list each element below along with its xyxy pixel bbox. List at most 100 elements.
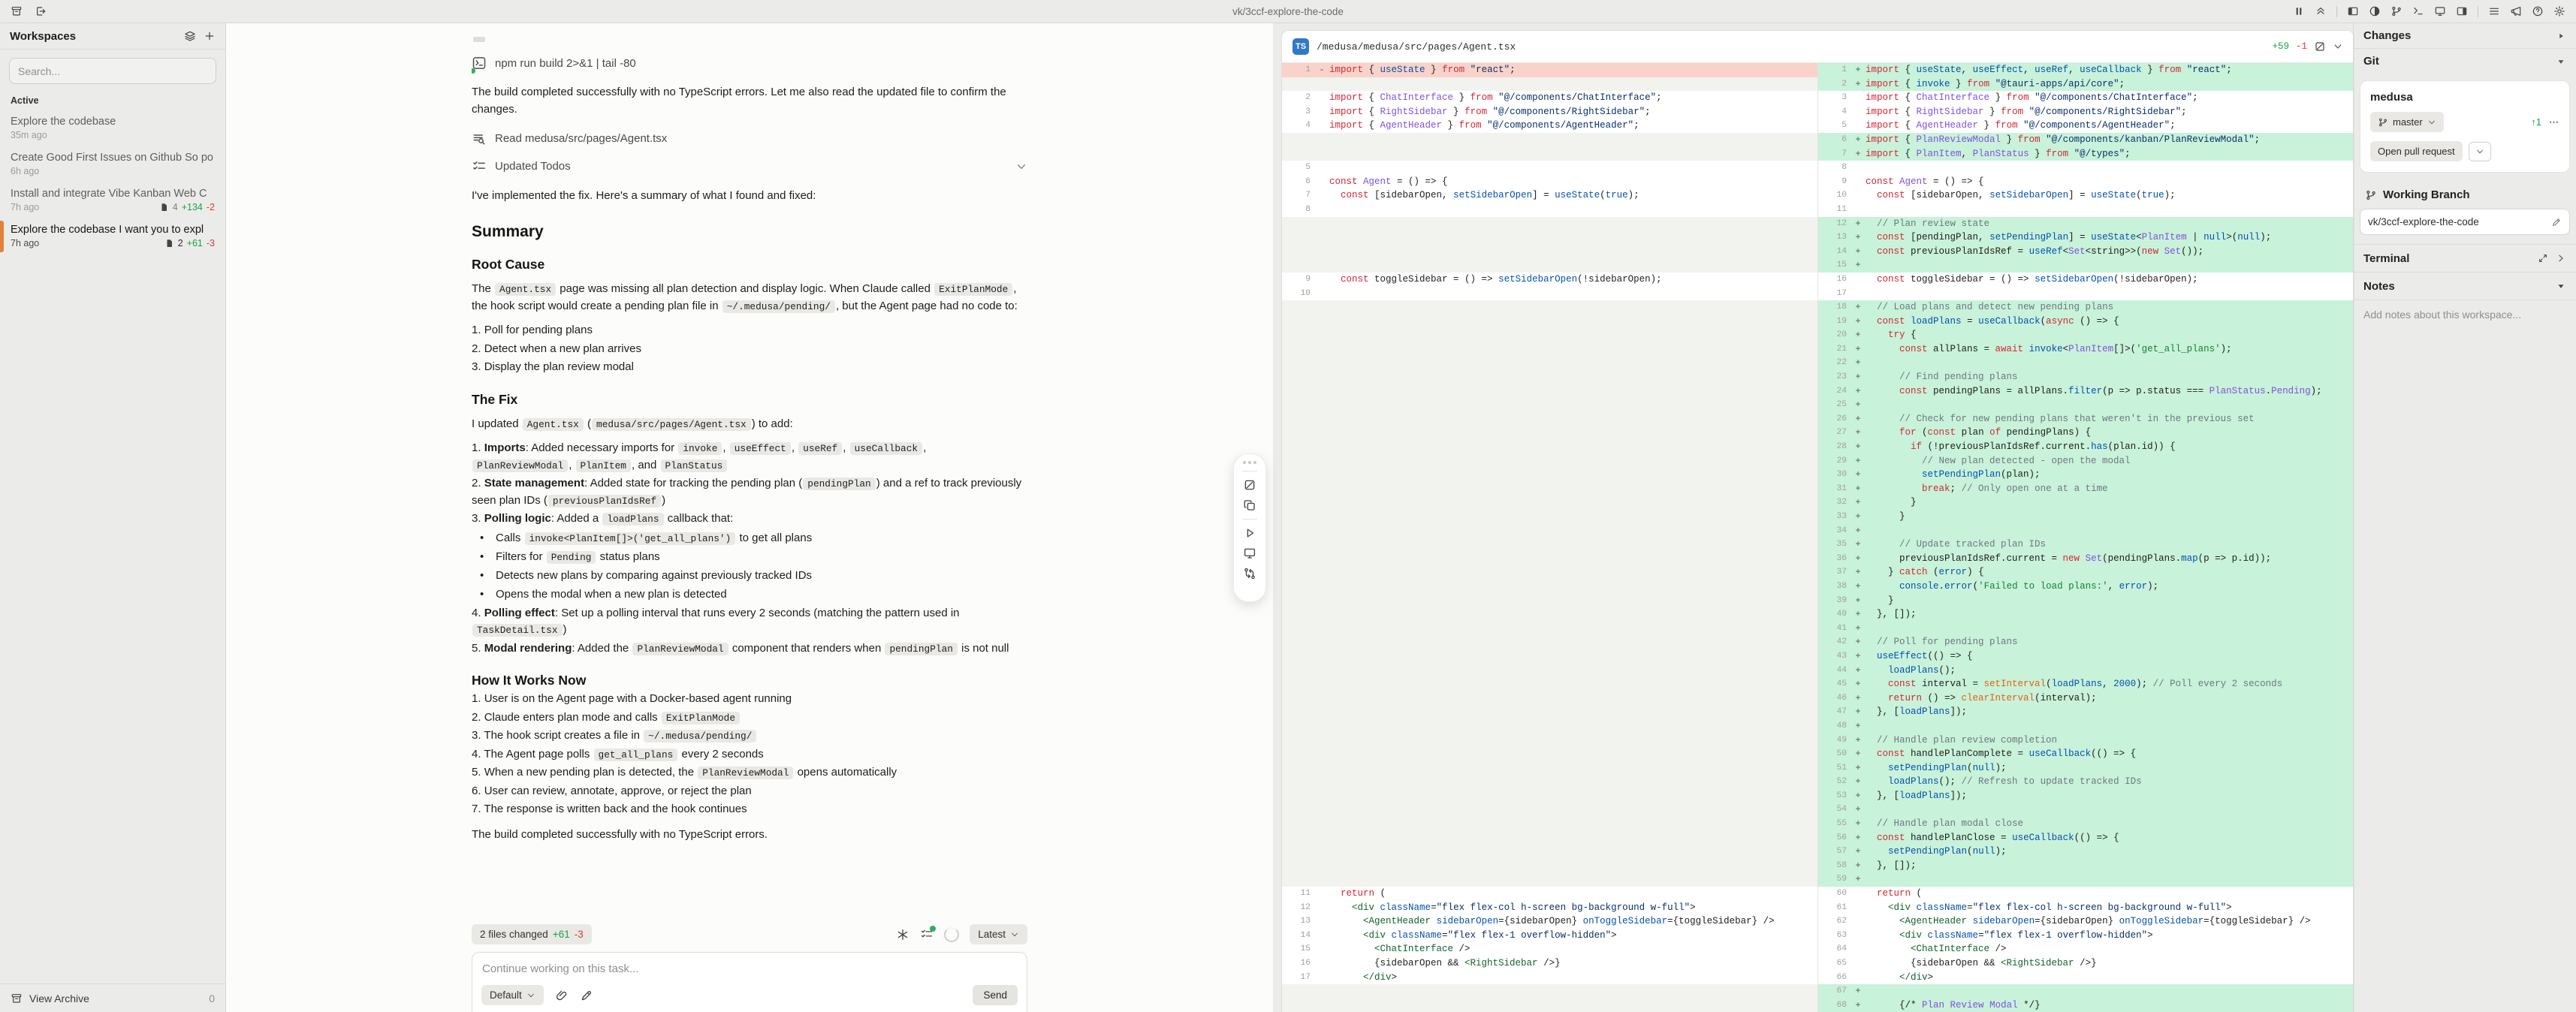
workspace-item[interactable]: Explore the codebase I want you to expl7… xyxy=(0,218,225,255)
theme-icon[interactable] xyxy=(2369,5,2381,17)
new-diff-row[interactable]: 60 return ( xyxy=(1818,887,2354,901)
old-diff-row[interactable] xyxy=(1282,872,1817,887)
new-diff-row[interactable]: 4import { RightSidebar } from "@/compone… xyxy=(1818,105,2354,119)
old-diff-row[interactable] xyxy=(1282,733,1817,748)
old-diff-row[interactable] xyxy=(1282,565,1817,580)
workspace-item[interactable]: Create Good First Issues on Github So po… xyxy=(0,146,225,182)
old-diff-row[interactable]: 6const Agent = () => { xyxy=(1282,175,1817,189)
chat-transcript[interactable]: npm run build 2>&1 | tail -80The build c… xyxy=(472,23,1027,911)
new-diff-row[interactable]: 31+ break; // Only open one at a time xyxy=(1818,482,2354,496)
new-diff-row[interactable]: 12+ // Plan review state xyxy=(1818,217,2354,231)
git-compare-icon[interactable] xyxy=(1243,567,1256,580)
old-diff-row[interactable] xyxy=(1282,454,1817,468)
new-diff-row[interactable]: 36+ previousPlanIdsRef.current = new Set… xyxy=(1818,552,2354,566)
old-diff-row[interactable]: 9 const toggleSidebar = () => setSidebar… xyxy=(1282,273,1817,287)
new-diff-row[interactable]: 55+ // Handle plan modal close xyxy=(1818,817,2354,831)
old-diff-row[interactable] xyxy=(1282,984,1817,998)
old-diff-row[interactable] xyxy=(1282,412,1817,426)
pause-icon[interactable] xyxy=(2293,5,2305,17)
old-diff-row[interactable] xyxy=(1282,580,1817,594)
old-diff-row[interactable]: 10 xyxy=(1282,287,1817,301)
old-diff-row[interactable] xyxy=(1282,300,1817,315)
old-diff-row[interactable] xyxy=(1282,342,1817,357)
old-diff-row[interactable] xyxy=(1282,803,1817,817)
old-diff-row[interactable] xyxy=(1282,468,1817,482)
files-changed-pill[interactable]: 2 files changed +61 -3 xyxy=(472,924,592,944)
old-diff-row[interactable] xyxy=(1282,552,1817,566)
old-diff-row[interactable] xyxy=(1282,677,1817,691)
announcements-icon[interactable] xyxy=(2510,5,2522,17)
old-diff-row[interactable] xyxy=(1282,845,1817,859)
view-archive-row[interactable]: View Archive 0 xyxy=(0,983,225,1012)
old-diff-row[interactable] xyxy=(1282,831,1817,845)
sparkle-icon[interactable] xyxy=(896,928,909,941)
old-diff-row[interactable] xyxy=(1282,147,1817,161)
old-diff-row[interactable] xyxy=(1282,370,1817,384)
old-diff-row[interactable] xyxy=(1282,538,1817,552)
old-diff-row[interactable] xyxy=(1282,77,1817,92)
new-diff-row[interactable]: 14+ const previousPlanIdsRef = useRef<Se… xyxy=(1818,245,2354,259)
open-pr-button[interactable]: Open pull request xyxy=(2370,141,2463,161)
pr-dropdown-button[interactable] xyxy=(2469,142,2491,161)
old-diff-row[interactable]: 14 <div className="flex flex-1 overflow-… xyxy=(1282,929,1817,943)
new-diff-row[interactable]: 7+import { PlanItem, PlanStatus } from "… xyxy=(1818,147,2354,161)
new-diff-row[interactable]: 27+ for (const plan of pendingPlans) { xyxy=(1818,426,2354,440)
new-diff-row[interactable]: 2+import { invoke } from "@tauri-apps/ap… xyxy=(1818,77,2354,92)
old-diff-row[interactable] xyxy=(1282,775,1817,789)
old-diff-row[interactable] xyxy=(1282,495,1817,510)
old-diff-row[interactable] xyxy=(1282,705,1817,719)
old-diff-row[interactable] xyxy=(1282,789,1817,803)
new-diff-row[interactable]: 26+ // Check for new pending plans that … xyxy=(1818,412,2354,426)
new-diff-row[interactable]: 59+ xyxy=(1818,872,2354,887)
new-diff-row[interactable]: 16 const toggleSidebar = () => setSideba… xyxy=(1818,273,2354,287)
new-diff-row[interactable]: 33+ } xyxy=(1818,510,2354,524)
new-diff-row[interactable]: 67+ xyxy=(1818,984,2354,998)
new-diff-row[interactable]: 40+ }, []); xyxy=(1818,607,2354,622)
new-diff-row[interactable]: 34+ xyxy=(1818,524,2354,538)
preview-icon[interactable] xyxy=(1243,547,1256,560)
new-diff-row[interactable]: 46+ return () => clearInterval(interval)… xyxy=(1818,691,2354,706)
old-diff-row[interactable] xyxy=(1282,230,1817,245)
new-diff-row[interactable]: 62 <AgentHeader sidebarOpen={sidebarOpen… xyxy=(1818,914,2354,929)
old-diff-row[interactable]: 4import { AgentHeader } from "@/componen… xyxy=(1282,119,1817,133)
new-diff-row[interactable]: 9const Agent = () => { xyxy=(1818,175,2354,189)
new-diff-row[interactable]: 8 xyxy=(1818,161,2354,175)
old-diff-row[interactable]: 12 <div className="flex flex-col h-scree… xyxy=(1282,901,1817,915)
diff-new-column[interactable]: 1+import { useState, useEffect, useRef, … xyxy=(1818,63,2354,1012)
old-diff-row[interactable] xyxy=(1282,258,1817,273)
signature-icon[interactable] xyxy=(580,989,593,1002)
search-input[interactable]: Search... xyxy=(9,58,216,84)
new-diff-row[interactable]: 53+ }, [loadPlans]); xyxy=(1818,789,2354,803)
notes-input[interactable]: Add notes about this workspace... xyxy=(2354,300,2576,329)
diff-old-column[interactable]: 1-import { useState } from "react";2impo… xyxy=(1282,63,1818,1012)
old-diff-row[interactable] xyxy=(1282,607,1817,622)
old-diff-row[interactable] xyxy=(1282,245,1817,259)
new-diff-row[interactable]: 45+ const interval = setInterval(loadPla… xyxy=(1818,677,2354,691)
branch-select[interactable]: master xyxy=(2370,112,2444,132)
copy-icon[interactable] xyxy=(1243,498,1256,512)
new-diff-row[interactable]: 19+ const loadPlans = useCallback(async … xyxy=(1818,315,2354,329)
new-diff-row[interactable]: 1+import { useState, useEffect, useRef, … xyxy=(1818,63,2354,77)
expand-icon[interactable] xyxy=(2538,253,2548,264)
new-diff-row[interactable]: 28+ if (!previousPlanIdsRef.current.has(… xyxy=(1818,440,2354,454)
new-diff-row[interactable]: 48+ xyxy=(1818,719,2354,733)
new-diff-row[interactable]: 43+ useEffect(() => { xyxy=(1818,649,2354,664)
new-diff-row[interactable]: 38+ console.error('Failed to load plans:… xyxy=(1818,580,2354,594)
old-diff-row[interactable]: 15 <ChatInterface /> xyxy=(1282,942,1817,956)
old-diff-row[interactable] xyxy=(1282,719,1817,733)
old-diff-row[interactable] xyxy=(1282,398,1817,412)
tool-call-row[interactable]: Updated Todos xyxy=(472,159,1027,174)
old-diff-row[interactable]: 13 <AgentHeader sidebarOpen={sidebarOpen… xyxy=(1282,914,1817,929)
old-diff-row[interactable]: 8 xyxy=(1282,203,1817,217)
chevron-right-icon[interactable] xyxy=(2556,253,2566,264)
new-diff-row[interactable]: 10 const [sidebarOpen, setSidebarOpen] =… xyxy=(1818,188,2354,203)
old-diff-row[interactable] xyxy=(1282,440,1817,454)
new-diff-row[interactable]: 15+ xyxy=(1818,258,2354,273)
stack-icon[interactable] xyxy=(184,30,196,42)
terminal-icon[interactable] xyxy=(2412,5,2424,17)
version-select[interactable]: Latest xyxy=(970,924,1027,944)
old-diff-row[interactable]: 7 const [sidebarOpen, setSidebarOpen] = … xyxy=(1282,188,1817,203)
old-diff-row[interactable] xyxy=(1282,622,1817,636)
new-diff-row[interactable]: 35+ // Update tracked plan IDs xyxy=(1818,538,2354,552)
send-button[interactable]: Send xyxy=(973,985,1018,1005)
